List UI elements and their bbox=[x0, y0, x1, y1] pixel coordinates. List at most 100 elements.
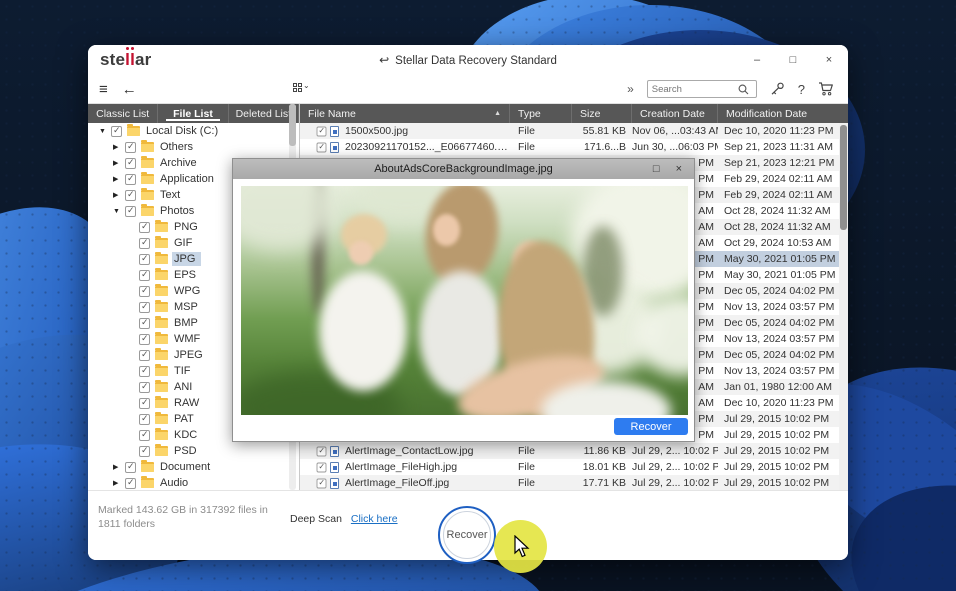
activation-key-icon[interactable] bbox=[770, 82, 785, 96]
column-header-creation-date[interactable]: Creation Date bbox=[632, 104, 718, 123]
cell-size: 18.01 KB bbox=[572, 461, 632, 473]
column-header-type[interactable]: Type bbox=[510, 104, 572, 123]
image-file-icon bbox=[330, 446, 339, 457]
expander-icon[interactable]: ▶ bbox=[111, 143, 125, 151]
tree-checkbox[interactable] bbox=[139, 334, 150, 345]
row-checkbox[interactable] bbox=[317, 446, 327, 456]
tree-checkbox[interactable] bbox=[125, 206, 136, 217]
row-checkbox[interactable] bbox=[317, 126, 327, 136]
folder-icon bbox=[155, 366, 168, 376]
tree-scrollbar-thumb[interactable] bbox=[289, 104, 296, 146]
cell-modification-date: Dec 10, 2020 11:23 PM bbox=[718, 397, 848, 409]
cell-modification-date: Sep 21, 2023 11:31 AM bbox=[718, 141, 848, 153]
tree-item[interactable]: ▶ Audio bbox=[88, 475, 299, 490]
search-input[interactable] bbox=[652, 84, 738, 95]
table-row[interactable]: 1500x500.jpg File 55.81 KB Nov 06, ...03… bbox=[300, 123, 848, 139]
table-row[interactable]: AlertImage_FileHigh.jpg File 18.01 KB Ju… bbox=[300, 459, 848, 475]
tree-item[interactable]: PSD bbox=[88, 443, 299, 459]
tree-checkbox[interactable] bbox=[139, 446, 150, 457]
tree-item-label: RAW bbox=[174, 397, 199, 409]
expander-icon[interactable]: ▼ bbox=[97, 128, 111, 135]
cell-type: File bbox=[510, 141, 572, 153]
toolbar: ≡ ← ⌄ » ? bbox=[88, 75, 848, 103]
list-scrollbar-thumb[interactable] bbox=[840, 125, 847, 230]
expander-icon[interactable]: ▶ bbox=[111, 479, 125, 487]
tree-item-label: Local Disk (C:) bbox=[146, 125, 218, 137]
maximize-button[interactable]: □ bbox=[786, 54, 800, 66]
row-checkbox[interactable] bbox=[317, 142, 327, 152]
cell-modification-date: Feb 29, 2024 02:11 AM bbox=[718, 173, 848, 185]
expand-toolbar-icon[interactable]: » bbox=[627, 82, 634, 96]
expander-icon[interactable]: ▶ bbox=[111, 159, 125, 167]
tab-file-list[interactable]: File List bbox=[158, 104, 228, 123]
preview-file-name: AboutAdsCoreBackgroundImage.jpg bbox=[233, 163, 694, 175]
table-row[interactable]: 20230921170152..._E06677460.jpg File 171… bbox=[300, 139, 848, 155]
tree-checkbox[interactable] bbox=[139, 382, 150, 393]
folder-icon bbox=[155, 414, 168, 424]
tree-checkbox[interactable] bbox=[125, 158, 136, 169]
image-file-icon bbox=[330, 126, 339, 137]
deep-scan-link[interactable]: Click here bbox=[351, 513, 398, 525]
tree-checkbox[interactable] bbox=[139, 254, 150, 265]
tree-item-label: WMF bbox=[174, 333, 200, 345]
table-row[interactable]: AlertImage_FileOff.jpg File 17.71 KB Jul… bbox=[300, 475, 848, 491]
folder-icon bbox=[155, 238, 168, 248]
tree-checkbox[interactable] bbox=[139, 318, 150, 329]
search-box[interactable] bbox=[647, 80, 757, 98]
folder-icon bbox=[155, 430, 168, 440]
close-button[interactable]: × bbox=[822, 54, 836, 66]
tree-checkbox[interactable] bbox=[125, 478, 136, 489]
row-checkbox[interactable] bbox=[317, 478, 327, 488]
column-header-modification-date[interactable]: Modification Date bbox=[718, 104, 848, 123]
tree-checkbox[interactable] bbox=[125, 190, 136, 201]
expander-icon[interactable]: ▶ bbox=[111, 191, 125, 199]
preview-close-button[interactable]: × bbox=[676, 163, 682, 175]
preview-recover-button[interactable]: Recover bbox=[614, 418, 688, 435]
row-checkbox[interactable] bbox=[317, 462, 327, 472]
preview-dialog-titlebar[interactable]: AboutAdsCoreBackgroundImage.jpg □ × bbox=[233, 159, 694, 179]
tree-item-label: PAT bbox=[174, 413, 194, 425]
preview-maximize-button[interactable]: □ bbox=[653, 163, 660, 175]
tree-checkbox[interactable] bbox=[125, 174, 136, 185]
tab-classic-list[interactable]: Classic List bbox=[88, 104, 158, 123]
tree-item-label: JPEG bbox=[174, 349, 203, 361]
tree-checkbox[interactable] bbox=[125, 462, 136, 473]
tree-checkbox[interactable] bbox=[139, 398, 150, 409]
tree-checkbox[interactable] bbox=[111, 126, 122, 137]
column-header-file-name[interactable]: File Name ▲ bbox=[300, 104, 510, 123]
tree-checkbox[interactable] bbox=[125, 142, 136, 153]
tree-item[interactable]: ▶ Others bbox=[88, 139, 299, 155]
view-grid-icon[interactable]: ⌄ bbox=[293, 83, 310, 92]
folder-icon bbox=[141, 206, 154, 216]
list-scrollbar[interactable] bbox=[839, 123, 848, 490]
column-header-size[interactable]: Size bbox=[572, 104, 632, 123]
expander-icon[interactable]: ▶ bbox=[111, 175, 125, 183]
recover-button[interactable]: Recover bbox=[438, 506, 496, 564]
tree-item[interactable]: ▶ Document bbox=[88, 459, 299, 475]
tree-checkbox[interactable] bbox=[139, 430, 150, 441]
cell-creation-date: Jul 29, 2... 10:02 PM bbox=[632, 445, 718, 457]
tree-checkbox[interactable] bbox=[139, 414, 150, 425]
help-icon[interactable]: ? bbox=[798, 83, 805, 96]
tree-checkbox[interactable] bbox=[139, 286, 150, 297]
cell-modification-date: Jul 29, 2015 10:02 PM bbox=[718, 429, 848, 441]
cell-modification-date: Oct 29, 2024 10:53 AM bbox=[718, 237, 848, 249]
table-row[interactable]: AlertImage_ContactLow.jpg File 11.86 KB … bbox=[300, 443, 848, 459]
tree-checkbox[interactable] bbox=[139, 270, 150, 281]
tree-item[interactable]: ▼ Local Disk (C:) bbox=[88, 123, 299, 139]
menu-icon[interactable]: ≡ bbox=[99, 81, 108, 98]
shopping-cart-icon[interactable] bbox=[818, 82, 834, 96]
expander-icon[interactable]: ▼ bbox=[111, 208, 125, 215]
tree-checkbox[interactable] bbox=[139, 366, 150, 377]
cell-size: 171.6...B bbox=[572, 141, 632, 153]
tree-checkbox[interactable] bbox=[139, 350, 150, 361]
expander-icon[interactable]: ▶ bbox=[111, 463, 125, 471]
back-arrow-icon[interactable]: ← bbox=[122, 81, 137, 98]
tree-item-label: Document bbox=[160, 461, 210, 473]
tree-checkbox[interactable] bbox=[139, 238, 150, 249]
minimize-button[interactable]: – bbox=[750, 54, 764, 66]
folder-icon bbox=[155, 334, 168, 344]
tree-checkbox[interactable] bbox=[139, 302, 150, 313]
switch-back-icon: ↩ bbox=[379, 53, 389, 67]
tree-checkbox[interactable] bbox=[139, 222, 150, 233]
